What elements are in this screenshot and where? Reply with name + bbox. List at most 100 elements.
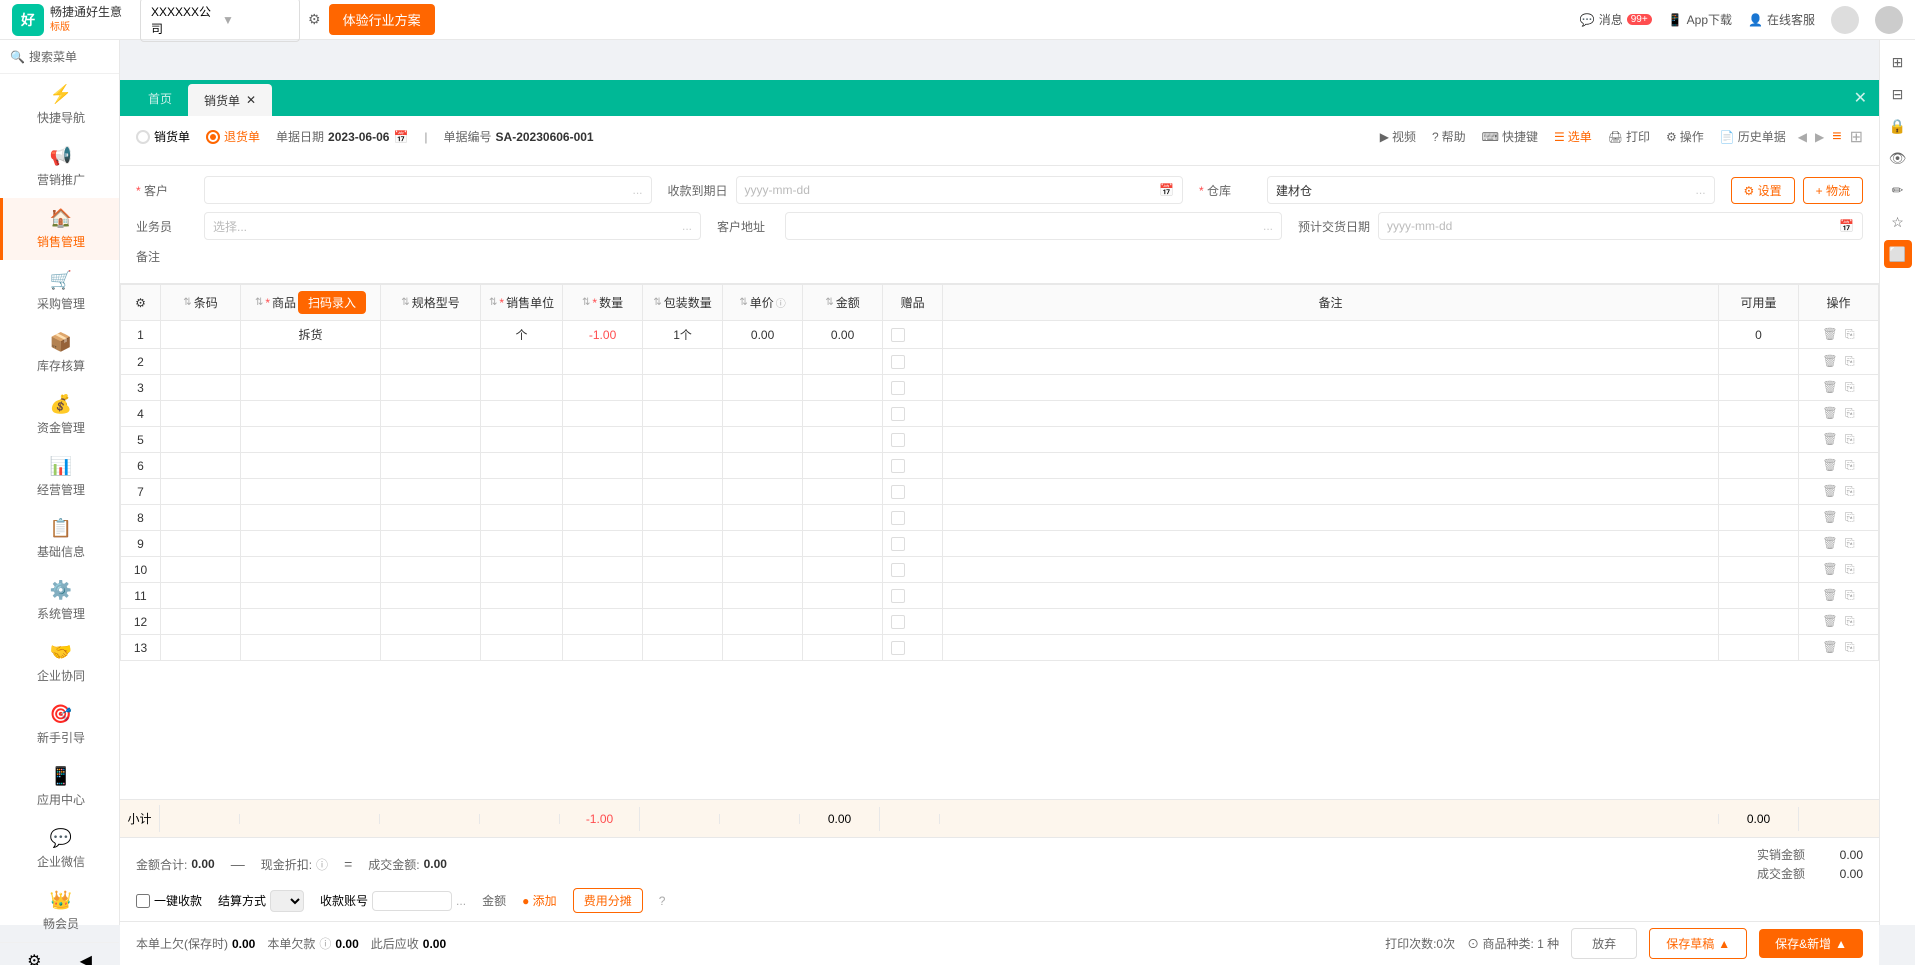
tab-home[interactable]: 首页 — [132, 80, 188, 116]
amount-cell[interactable] — [803, 453, 883, 479]
message-btn[interactable]: 💬 消息 99+ — [1580, 11, 1652, 28]
toolbar-video-btn[interactable]: ▶ 视频 — [1376, 126, 1420, 147]
spec-cell[interactable] — [381, 583, 481, 609]
tab-sales-order[interactable]: 销货单 ✕ — [188, 84, 272, 116]
spec-cell[interactable] — [381, 609, 481, 635]
gift-checkbox[interactable] — [891, 511, 905, 525]
spec-cell[interactable] — [381, 453, 481, 479]
view-mode-grid-icon[interactable]: ⊞ — [1850, 127, 1863, 147]
unit-cell[interactable] — [481, 557, 563, 583]
copy-icon[interactable]: ⎘ — [1845, 432, 1855, 446]
qty-cell[interactable] — [563, 375, 643, 401]
spec-cell[interactable] — [381, 479, 481, 505]
price-cell[interactable] — [723, 427, 803, 453]
product-cell[interactable] — [241, 427, 381, 453]
sidebar-item-inventory[interactable]: 📦 库存核算 — [0, 322, 119, 384]
amount-cell[interactable] — [803, 427, 883, 453]
copy-icon[interactable]: ⎘ — [1845, 640, 1855, 654]
sidebar-item-wechat[interactable]: 💬 企业微信 — [0, 818, 119, 880]
qty-cell[interactable] — [563, 609, 643, 635]
remark-cell[interactable] — [943, 349, 1719, 375]
price-cell[interactable]: 0.00 — [723, 321, 803, 349]
gift-checkbox[interactable] — [891, 589, 905, 603]
th-pkgqty[interactable]: ⇅ 包装数量 — [643, 285, 723, 321]
avatar2[interactable] — [1875, 6, 1903, 34]
tab-close-icon[interactable]: ✕ — [246, 93, 256, 107]
delete-icon[interactable]: 🗑 — [1822, 510, 1837, 524]
toolbar-print-btn[interactable]: 🖨 打印 — [1604, 126, 1654, 147]
unit-cell[interactable] — [481, 375, 563, 401]
payment-date-input[interactable]: yyyy-mm-dd 📅 — [736, 176, 1184, 204]
spec-cell[interactable] — [381, 635, 481, 661]
table-wrapper[interactable]: ⚙ ⇅ 条码 ⇅ * — [120, 284, 1879, 799]
radio-return[interactable]: 退货单 — [206, 128, 260, 145]
search-menu-item[interactable]: 🔍 搜索菜单 — [0, 40, 119, 74]
th-remark[interactable]: 备注 — [943, 285, 1719, 321]
th-avail[interactable]: 可用量 — [1719, 285, 1799, 321]
th-qty[interactable]: ⇅ * 数量 — [563, 285, 643, 321]
sidebar-item-guide[interactable]: 🎯 新手引导 — [0, 694, 119, 756]
gift-cell[interactable] — [883, 375, 943, 401]
gift-cell[interactable] — [883, 609, 943, 635]
product-cell[interactable] — [241, 557, 381, 583]
pkgqty-cell[interactable] — [643, 557, 723, 583]
remark-cell[interactable] — [943, 427, 1719, 453]
sidebar-item-apps[interactable]: 📱 应用中心 — [0, 756, 119, 818]
toolbar-help-btn[interactable]: ? 帮助 — [1428, 126, 1470, 147]
barcode-cell[interactable] — [161, 479, 241, 505]
app-download-btn[interactable]: 📱 App下载 — [1668, 11, 1732, 28]
one-click-checkbox[interactable] — [136, 894, 150, 908]
gift-checkbox[interactable] — [891, 328, 905, 342]
amount-cell[interactable] — [803, 583, 883, 609]
unit-cell[interactable] — [481, 427, 563, 453]
fee-split-btn[interactable]: 费用分摊 — [573, 888, 643, 913]
delete-icon[interactable]: 🗑 — [1822, 380, 1837, 394]
delete-icon[interactable]: 🗑 — [1822, 354, 1837, 368]
barcode-cell[interactable] — [161, 349, 241, 375]
gift-cell[interactable] — [883, 427, 943, 453]
radio-sales[interactable]: 销货单 — [136, 128, 190, 145]
copy-icon[interactable]: ⎘ — [1845, 484, 1855, 498]
unit-cell[interactable] — [481, 635, 563, 661]
sidebar-item-basic[interactable]: 📋 基础信息 — [0, 508, 119, 570]
gift-checkbox[interactable] — [891, 355, 905, 369]
amount-cell[interactable] — [803, 635, 883, 661]
toolbar-select-btn[interactable]: ☰ 选单 — [1550, 126, 1596, 147]
unit-cell[interactable] — [481, 479, 563, 505]
sidebar-item-sales[interactable]: 🏠 销售管理 — [0, 198, 119, 260]
spec-cell[interactable] — [381, 375, 481, 401]
gift-cell[interactable] — [883, 583, 943, 609]
nav-next-icon[interactable]: ▶ — [1815, 130, 1824, 144]
settings-gear-icon[interactable]: ⚙ — [308, 11, 321, 28]
add-payment-btn[interactable]: ● 添加 — [522, 892, 557, 909]
product-cell[interactable] — [241, 349, 381, 375]
amount-cell[interactable] — [803, 557, 883, 583]
right-panel-edit[interactable]: ✏ — [1884, 176, 1912, 204]
copy-icon[interactable]: ⎘ — [1845, 510, 1855, 524]
product-cell[interactable] — [241, 375, 381, 401]
amount-cell[interactable] — [803, 609, 883, 635]
unit-cell[interactable] — [481, 583, 563, 609]
save-draft-button[interactable]: 保存草稿 ▲ — [1649, 928, 1747, 959]
avatar[interactable] — [1831, 6, 1859, 34]
right-panel-star[interactable]: ☆ — [1884, 208, 1912, 236]
account-input[interactable] — [372, 891, 452, 911]
barcode-cell[interactable] — [161, 505, 241, 531]
right-panel-eye[interactable]: 👁 — [1884, 144, 1912, 172]
price-cell[interactable] — [723, 557, 803, 583]
spec-cell[interactable] — [381, 349, 481, 375]
price-info-icon[interactable]: ⓘ — [776, 295, 786, 310]
barcode-cell[interactable] — [161, 321, 241, 349]
delete-icon[interactable]: 🗑 — [1822, 484, 1837, 498]
th-price[interactable]: ⇅ 单价 ⓘ — [723, 285, 803, 321]
amount-cell[interactable]: 0.00 — [803, 321, 883, 349]
gift-checkbox[interactable] — [891, 641, 905, 655]
th-unit[interactable]: ⇅ * 销售单位 — [481, 285, 563, 321]
pkgqty-cell[interactable] — [643, 583, 723, 609]
right-panel-grid2[interactable]: ⊟ — [1884, 80, 1912, 108]
remark-cell[interactable] — [943, 583, 1719, 609]
pkgqty-cell[interactable] — [643, 349, 723, 375]
delete-icon[interactable]: 🗑 — [1822, 588, 1837, 602]
date-value[interactable]: 2023-06-06 — [328, 130, 389, 144]
gift-checkbox[interactable] — [891, 615, 905, 629]
